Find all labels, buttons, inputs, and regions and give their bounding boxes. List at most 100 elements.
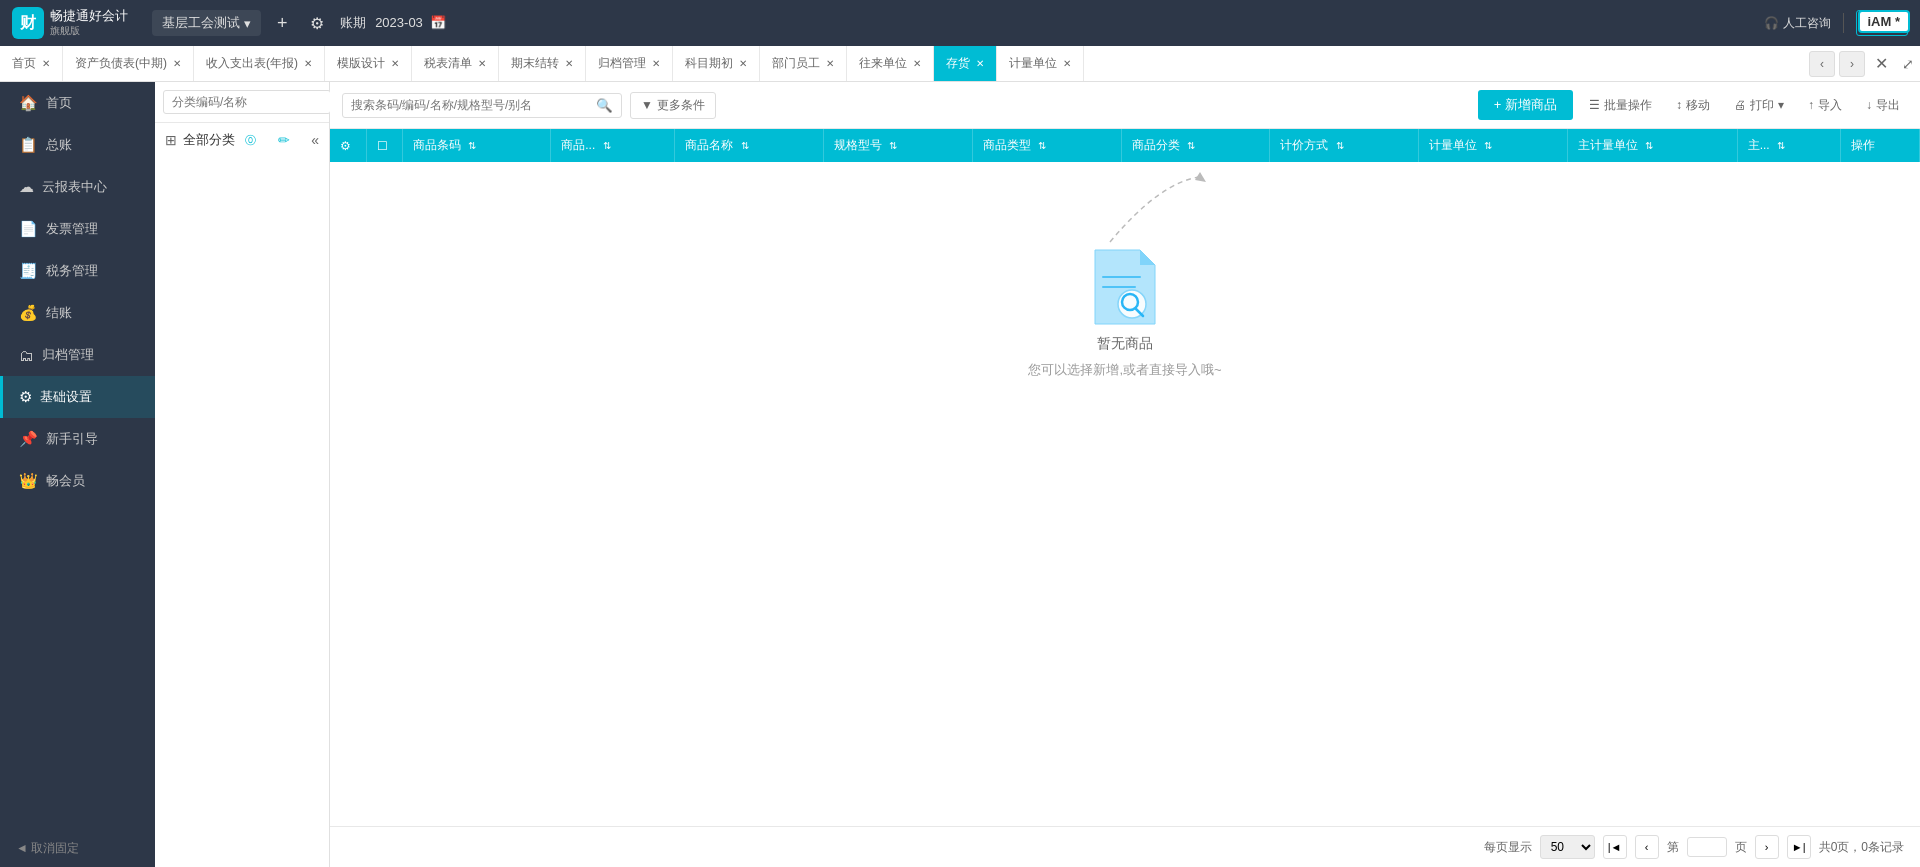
th-code[interactable]: 商品... ⇅ (551, 129, 675, 162)
tab-close-icon[interactable]: ✕ (826, 58, 834, 69)
tab-item-3[interactable]: 模版设计 ✕ (325, 46, 412, 82)
sidebar-item-结账[interactable]: 💰结账 (0, 292, 155, 334)
tab-next-button[interactable]: › (1839, 51, 1865, 77)
sidebar-item-首页[interactable]: 🏠首页 (0, 82, 155, 124)
tab-close-icon[interactable]: ✕ (652, 58, 660, 69)
tab-close-all-button[interactable]: ✕ (1867, 54, 1896, 73)
tab-item-4[interactable]: 税表清单 ✕ (412, 46, 499, 82)
product-table: ⚙ ☐ 商品条码 ⇅ 商品... ⇅ 商品名称 ⇅ 规格型号 ⇅ 商品类型 ⇅ … (330, 129, 1920, 162)
th-action: 操作 (1840, 129, 1919, 162)
sidebar-item-总账[interactable]: 📋总账 (0, 124, 155, 166)
sidebar-item-基础设置[interactable]: ⚙基础设置 (0, 376, 155, 418)
category-count: ⓪ (245, 133, 256, 148)
tab-close-icon[interactable]: ✕ (173, 58, 181, 69)
tab-item-5[interactable]: 期末结转✕ (499, 46, 586, 82)
sidebar-label-5: 结账 (46, 304, 72, 322)
import-button[interactable]: ↑ 导入 (1800, 93, 1850, 118)
tab-item-2[interactable]: 收入支出表(年报)✕ (194, 46, 325, 82)
sidebar-icon-2: ☁ (19, 178, 34, 196)
th-settings[interactable]: ⚙ (330, 129, 366, 162)
th-unit[interactable]: 计量单位 ⇅ (1419, 129, 1568, 162)
th-spec[interactable]: 规格型号 ⇅ (824, 129, 973, 162)
tab-close-icon[interactable]: ✕ (42, 58, 50, 69)
tab-close-icon[interactable]: ✕ (1063, 58, 1071, 69)
customer-service-btn[interactable]: 🎧 人工咨询 (1764, 15, 1831, 32)
th-price-method[interactable]: 计价方式 ⇅ (1270, 129, 1419, 162)
company-selector[interactable]: 基层工会测试 ▾ (152, 10, 261, 36)
empty-subtitle: 您可以选择新增,或者直接导入哦~ (1028, 361, 1221, 379)
tab-item-1[interactable]: 资产负债表(中期) ✕ (63, 46, 194, 82)
tab-close-icon[interactable]: ✕ (391, 58, 399, 69)
category-header: ⊞ 全部分类 ⓪ ✏ « (155, 123, 329, 157)
sidebar-item-云报表中心[interactable]: ☁云报表中心 (0, 166, 155, 208)
app-sub: 旗舰版 (50, 24, 128, 38)
tab-close-icon[interactable]: ✕ (976, 58, 984, 69)
tab-prev-button[interactable]: ‹ (1809, 51, 1835, 77)
category-collapse-button[interactable]: « (311, 132, 319, 148)
total-info: 共0页，0条记录 (1819, 839, 1904, 856)
sidebar-unpin-button[interactable]: ◄ 取消固定 (0, 830, 155, 867)
tab-close-icon[interactable]: ✕ (913, 58, 921, 69)
tab-close-icon[interactable]: ✕ (304, 58, 312, 69)
settings-header-button[interactable]: ⚙ (304, 12, 330, 35)
tab-item-6[interactable]: 归档管理✕ (586, 46, 673, 82)
product-search-input[interactable] (351, 98, 592, 112)
tab-close-icon[interactable]: ✕ (478, 58, 486, 69)
sidebar-label-8: 新手引导 (46, 430, 98, 448)
prev-page-button[interactable]: ‹ (1635, 835, 1659, 859)
tab-close-icon[interactable]: ✕ (565, 58, 573, 69)
company-name: 基层工会测试 (162, 14, 240, 32)
tab-item-11[interactable]: 计量单位✕ (997, 46, 1084, 82)
th-barcode[interactable]: 商品条码 ⇅ (402, 129, 551, 162)
headset-icon: 🎧 (1764, 16, 1779, 30)
iam-badge: iAM * (1858, 10, 1911, 33)
next-page-button[interactable]: › (1755, 835, 1779, 859)
tab-item-7[interactable]: 科目期初✕ (673, 46, 760, 82)
logo-area: 财 畅捷通好会计 旗舰版 (12, 7, 142, 39)
calendar-icon[interactable]: 📅 (430, 15, 446, 30)
sidebar-item-发票管理[interactable]: 📄发票管理 (0, 208, 155, 250)
content-area: 🔍 ⊞ 全部分类 ⓪ ✏ « 🔍 (155, 82, 1920, 867)
empty-state: 暂无商品 您可以选择新增,或者直接导入哦~ (330, 162, 1920, 459)
th-main2[interactable]: 主... ⇅ (1737, 129, 1840, 162)
sidebar-label-3: 发票管理 (46, 220, 98, 238)
add-header-button[interactable]: + (271, 11, 294, 36)
batch-operation-button[interactable]: ☰ 批量操作 (1581, 93, 1660, 118)
category-edit-button[interactable]: ✏ (278, 132, 290, 148)
tab-item-10[interactable]: 存货✕ (934, 46, 997, 82)
page-input[interactable]: 1 (1687, 837, 1727, 857)
sidebar-item-新手引导[interactable]: 📌新手引导 (0, 418, 155, 460)
sidebar-item-税务管理[interactable]: 🧾税务管理 (0, 250, 155, 292)
tab-item-9[interactable]: 往来单位 ✕ (847, 46, 934, 82)
last-page-button[interactable]: ►| (1787, 835, 1811, 859)
tab-label: 首页 (12, 55, 36, 72)
sidebar: 🏠首页📋总账☁云报表中心📄发票管理🧾税务管理💰结账🗂归档管理⚙基础设置📌新手引导… (0, 82, 155, 867)
all-category-label[interactable]: 全部分类 (183, 131, 235, 149)
sidebar-item-畅会员[interactable]: 👑畅会员 (0, 460, 155, 502)
move-button[interactable]: ↕ 移动 (1668, 93, 1718, 118)
table-area: ⚙ ☐ 商品条码 ⇅ 商品... ⇅ 商品名称 ⇅ 规格型号 ⇅ 商品类型 ⇅ … (330, 129, 1920, 826)
sidebar-item-归档管理[interactable]: 🗂归档管理 (0, 334, 155, 376)
tab-label: 税表清单 (424, 55, 472, 72)
tab-item-8[interactable]: 部门员工✕ (760, 46, 847, 82)
tab-expand-button[interactable]: ⤢ (1896, 56, 1920, 72)
tab-label: 模版设计 (337, 55, 385, 72)
category-search-input[interactable] (163, 90, 331, 114)
page-size-select[interactable]: 10 20 50 100 (1540, 835, 1595, 859)
export-button[interactable]: ↓ 导出 (1858, 93, 1908, 118)
th-main-unit[interactable]: 主计量单位 ⇅ (1567, 129, 1737, 162)
first-page-button[interactable]: |◄ (1603, 835, 1627, 859)
main-layout: 🏠首页📋总账☁云报表中心📄发票管理🧾税务管理💰结账🗂归档管理⚙基础设置📌新手引导… (0, 82, 1920, 867)
th-category[interactable]: 商品分类 ⇅ (1121, 129, 1270, 162)
new-product-button[interactable]: + 新增商品 (1478, 90, 1573, 120)
th-name[interactable]: 商品名称 ⇅ (675, 129, 824, 162)
th-checkbox[interactable]: ☐ (366, 129, 402, 162)
tab-item-0[interactable]: 首页 ✕ (0, 46, 63, 82)
filter-button[interactable]: ▼ 更多条件 (630, 92, 716, 119)
tab-label: 往来单位 (859, 55, 907, 72)
print-button[interactable]: 🖨 打印 ▾ (1726, 93, 1792, 118)
tab-close-icon[interactable]: ✕ (739, 58, 747, 69)
th-type[interactable]: 商品类型 ⇅ (972, 129, 1121, 162)
product-search-button[interactable]: 🔍 (596, 98, 613, 113)
tab-label: 资产负债表(中期) (75, 55, 167, 72)
